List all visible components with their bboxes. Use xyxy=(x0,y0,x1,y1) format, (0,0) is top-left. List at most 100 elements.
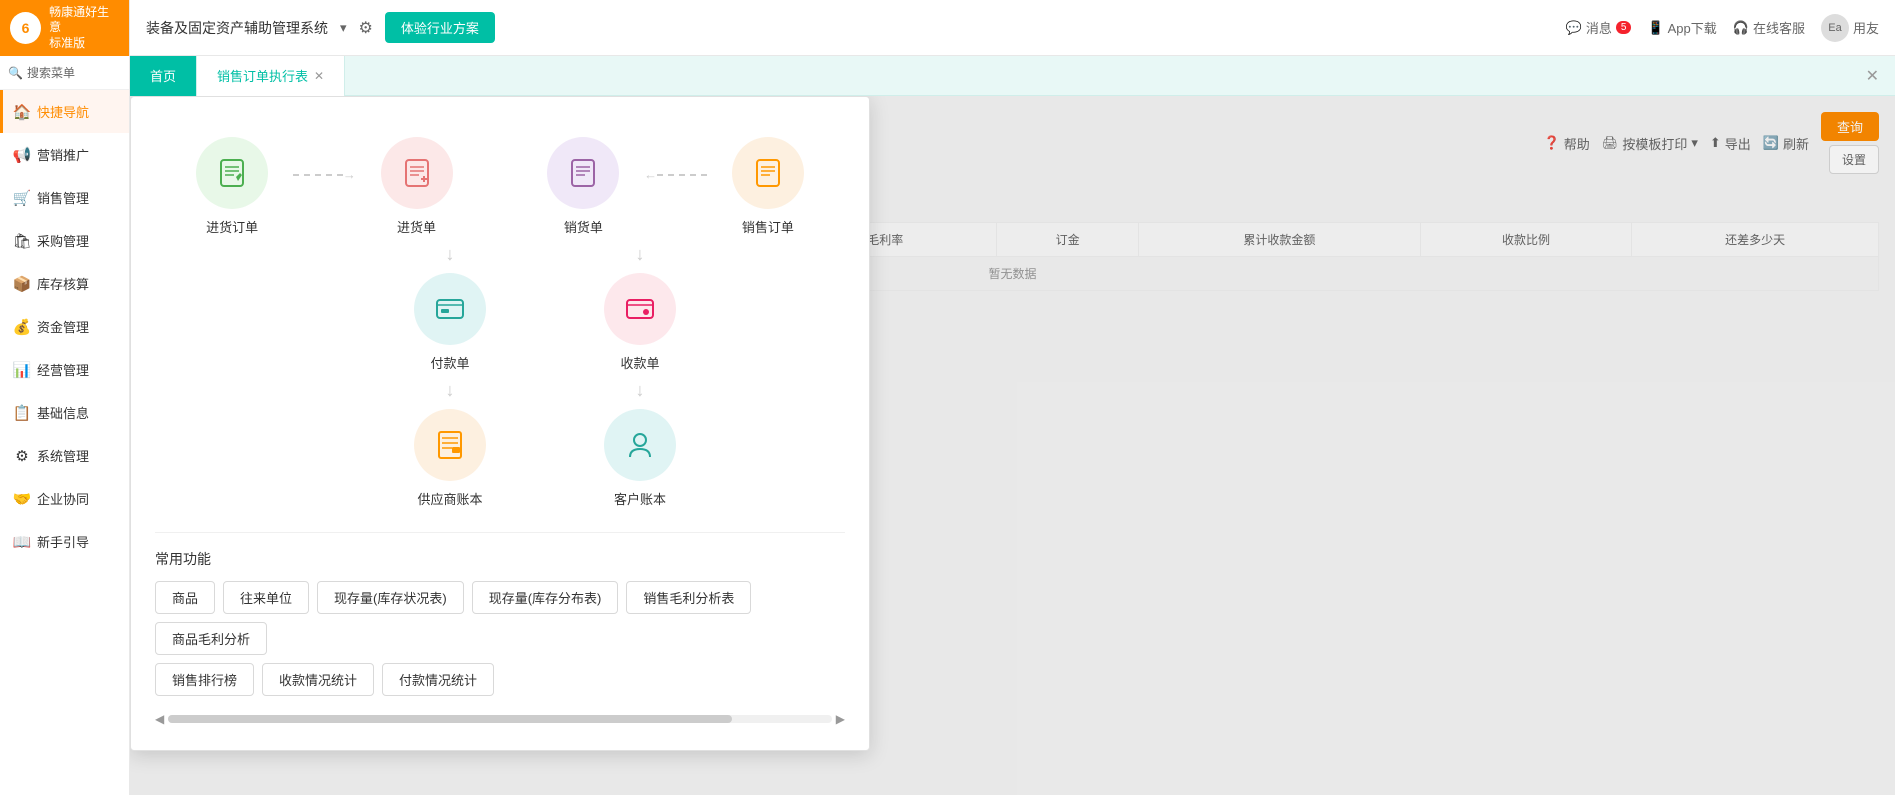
flow-diagram: 进货订单 → 进货单 xyxy=(155,121,845,532)
common-btn-1[interactable]: 往来单位 xyxy=(223,581,309,614)
tab-home-label: 首页 xyxy=(150,66,176,85)
common-btn-3[interactable]: 现存量(库存分布表) xyxy=(472,581,619,614)
sidebar-nav: 🏠快捷导航 📢 营销推广 🛒 销售管理 🛍 采购管理 📦 库存核算 💰 资金管理 📊 经营管理 📋基础信息… xyxy=(0,90,129,795)
common-buttons-row2: 销售排行榜收款情况统计付款情况统计 xyxy=(155,663,845,696)
sales-bill-label: 销货单 xyxy=(564,217,603,236)
sidebar-item-label: 基础信息 xyxy=(37,403,89,422)
common-functions-title: 常用功能 xyxy=(155,549,845,569)
purchase-order-label: 进货订单 xyxy=(206,217,258,236)
purchase-icon: 🛍 xyxy=(13,232,31,250)
topbar: 装备及固定资产辅助管理系统 ▾ ⚙ 体验行业方案 💬 消息 5 📱 App下载 … xyxy=(130,0,1895,56)
arrow-so-to-sb: ← xyxy=(641,167,711,182)
common-btn-8[interactable]: 付款情况统计 xyxy=(382,663,494,696)
sidebar-item-label: 企业协同 xyxy=(37,489,89,508)
sidebar-item-purchase[interactable]: 🛍 采购管理 xyxy=(0,219,129,262)
phone-icon: 📱 xyxy=(1647,20,1663,36)
search-label: 搜索菜单 xyxy=(27,64,75,81)
experience-btn[interactable]: 体验行业方案 xyxy=(385,12,495,43)
arrow-po-to-pb: → xyxy=(289,167,359,182)
sidebar-item-label: 系统管理 xyxy=(37,446,89,465)
scroll-right-icon[interactable]: ▶ xyxy=(836,712,845,726)
customer-account-icon xyxy=(604,409,676,481)
sidebar-item-label: 经营管理 xyxy=(37,360,89,379)
online-service-label: 在线客服 xyxy=(1753,18,1805,37)
common-btn-5[interactable]: 商品毛利分析 xyxy=(155,622,267,655)
sidebar-item-sales[interactable]: 🛒 销售管理 xyxy=(0,176,129,219)
message-badge: 5 xyxy=(1616,21,1632,34)
chevron-down-icon: ▾ xyxy=(340,20,347,36)
common-btn-0[interactable]: 商品 xyxy=(155,581,215,614)
common-buttons-row1: 商品往来单位现存量(库存状况表)现存量(库存分布表)销售毛利分析表商品毛利分析 xyxy=(155,581,845,655)
settings-icon[interactable]: ⚙ xyxy=(359,18,373,38)
payment-bill-label: 付款单 xyxy=(430,353,469,372)
sales-order-label: 销售订单 xyxy=(742,217,794,236)
newbie-icon: 📖 xyxy=(13,533,31,551)
username: 用友 xyxy=(1853,18,1879,37)
logo-icon: 6 xyxy=(10,12,41,44)
app-download-label: App下载 xyxy=(1668,18,1717,37)
main-area: 装备及固定资产辅助管理系统 ▾ ⚙ 体验行业方案 💬 消息 5 📱 App下载 … xyxy=(130,0,1895,795)
search-icon: 🔍 xyxy=(8,66,23,80)
flow-node-purchase-order[interactable]: 进货订单 xyxy=(175,137,289,236)
purchase-bill-icon xyxy=(381,137,453,209)
sidebar-item-marketing[interactable]: 📢 营销推广 xyxy=(0,133,129,176)
sidebar-item-enterprise[interactable]: 🤝企业协同 xyxy=(0,477,129,520)
purchase-bill-label: 进货单 xyxy=(397,217,436,236)
sidebar-item-label: 采购管理 xyxy=(37,231,89,250)
sales-bill-icon xyxy=(547,137,619,209)
inventory-icon: 📦 xyxy=(13,275,31,293)
supplier-account-label: 供应商账本 xyxy=(417,489,482,508)
common-btn-7[interactable]: 收款情况统计 xyxy=(262,663,374,696)
sidebar-logo: 6 畅康通好生意 标准版 xyxy=(0,0,129,56)
sidebar-item-quick-nav[interactable]: 🏠快捷导航 xyxy=(0,90,129,133)
sidebar-item-basic-info[interactable]: 📋基础信息 xyxy=(0,391,129,434)
supplier-account-icon xyxy=(414,409,486,481)
operations-icon: 📊 xyxy=(13,361,31,379)
sidebar: 6 畅康通好生意 标准版 🔍 搜索菜单 🏠快捷导航 📢 营销推广 🛒 销售管理 🛍 采购管理… xyxy=(0,0,130,795)
sidebar-item-label: 库存核算 xyxy=(37,274,89,293)
sidebar-item-finance[interactable]: 💰 资金管理 xyxy=(0,305,129,348)
flow-node-sales-bill[interactable]: 销货单 xyxy=(526,137,640,236)
avatar: Ea xyxy=(1821,14,1849,42)
sales-order-icon xyxy=(732,137,804,209)
sidebar-item-inventory[interactable]: 📦 库存核算 xyxy=(0,262,129,305)
payment-bill-icon xyxy=(414,273,486,345)
common-btn-6[interactable]: 销售排行榜 xyxy=(155,663,254,696)
app-download-btn[interactable]: 📱 App下载 xyxy=(1647,18,1716,37)
system-icon: ⚙ xyxy=(13,447,31,465)
sidebar-item-system[interactable]: ⚙ 系统管理 xyxy=(0,434,129,477)
tab-sales-order-label: 销售订单执行表 xyxy=(217,66,308,85)
scrollbar-thumb xyxy=(168,715,732,723)
tab-close-icon[interactable]: ✕ xyxy=(314,69,324,83)
marketing-icon: 📢 xyxy=(13,146,31,164)
tabbar: 首页 销售订单执行表 ✕ ✕ xyxy=(130,56,1895,96)
online-service-btn[interactable]: 🎧 在线客服 xyxy=(1733,18,1805,37)
scroll-left-icon[interactable]: ◀ xyxy=(155,712,164,726)
flow-node-purchase-bill[interactable]: 进货单 xyxy=(359,137,473,236)
flow-node-sales-order[interactable]: 销售订单 xyxy=(711,137,825,236)
tab-close-main-icon[interactable]: ✕ xyxy=(1850,66,1895,86)
search-menu[interactable]: 🔍 搜索菜单 xyxy=(0,56,129,90)
common-functions-section: 常用功能 商品往来单位现存量(库存状况表)现存量(库存分布表)销售毛利分析表商品… xyxy=(155,532,845,696)
common-btn-2[interactable]: 现存量(库存状况表) xyxy=(317,581,464,614)
sidebar-item-label: 销售管理 xyxy=(37,188,89,207)
tab-home[interactable]: 首页 xyxy=(130,56,197,96)
content-area: ❓ 帮助 🖨 按模板打印 ▾ ⬆ 导出 🔄 刷新 xyxy=(130,96,1895,795)
customer-account-label: 客户账本 xyxy=(614,489,666,508)
headset-icon: 🎧 xyxy=(1733,20,1749,36)
message-label: 消息 xyxy=(1586,18,1612,37)
sidebar-item-operations[interactable]: 📊 经营管理 xyxy=(0,348,129,391)
purchase-order-icon xyxy=(196,137,268,209)
system-dropdown[interactable]: ▾ xyxy=(340,20,347,36)
sidebar-item-label: 资金管理 xyxy=(37,317,89,336)
finance-icon: 💰 xyxy=(13,318,31,336)
common-btn-4[interactable]: 销售毛利分析表 xyxy=(626,581,751,614)
sidebar-item-newbie[interactable]: 📖新手引导 xyxy=(0,520,129,563)
messages-btn[interactable]: 💬 消息 5 xyxy=(1566,18,1632,37)
user-menu[interactable]: Ea 用友 xyxy=(1821,14,1879,42)
tab-sales-order[interactable]: 销售订单执行表 ✕ xyxy=(197,56,345,96)
sales-icon: 🛒 xyxy=(13,189,31,207)
topbar-right: 💬 消息 5 📱 App下载 🎧 在线客服 Ea 用友 xyxy=(1566,14,1879,42)
sidebar-item-label: 营销推广 xyxy=(37,145,89,164)
sidebar-item-label: 快捷导航 xyxy=(37,102,89,121)
